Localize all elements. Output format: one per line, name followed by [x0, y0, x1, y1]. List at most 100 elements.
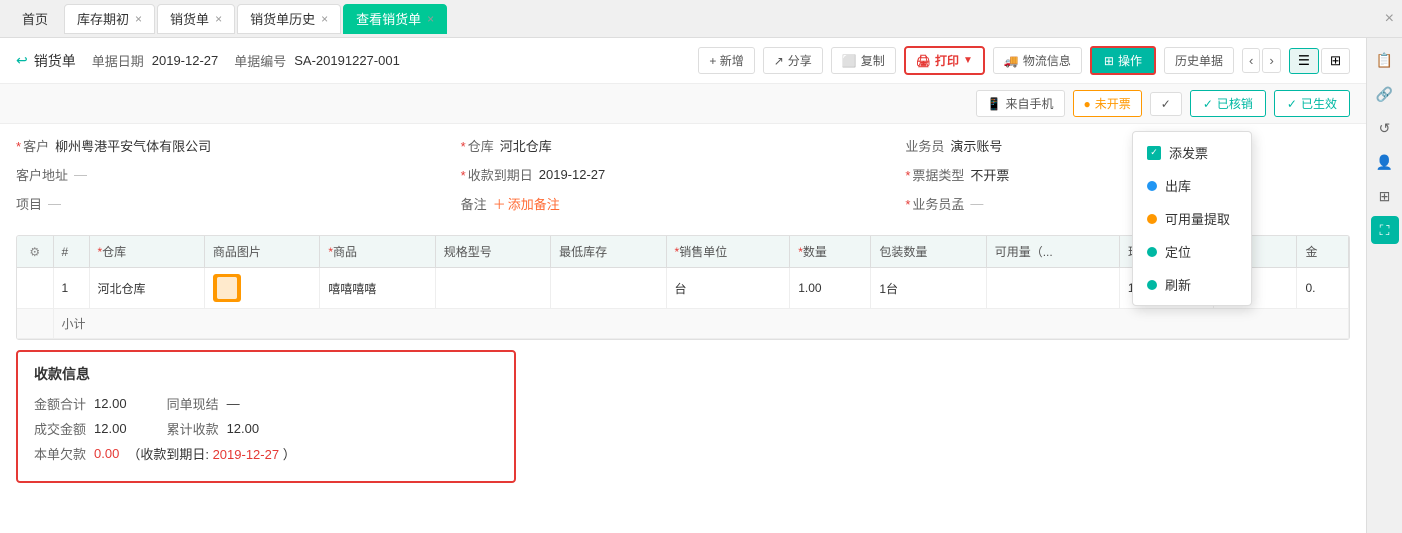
- dropdown-locate[interactable]: 定位: [1133, 235, 1251, 268]
- sales-order-icon: ↩: [16, 52, 28, 69]
- tab-close-view-sales[interactable]: ×: [427, 12, 434, 26]
- logistics-icon: 🚚: [1004, 54, 1019, 68]
- tab-inventory[interactable]: 库存期初 ×: [64, 4, 155, 34]
- col-num: #: [53, 236, 89, 268]
- payment-title: 收款信息: [34, 364, 498, 384]
- operate-icon: ⊞: [1104, 54, 1114, 68]
- col-pack-qty: 包装数量: [871, 236, 986, 268]
- sidebar-icon-link[interactable]: 🔗: [1371, 80, 1399, 108]
- row-num: 1: [53, 268, 89, 309]
- payment-date-value: 2019-12-27: [539, 167, 606, 182]
- sidebar-icon-notes[interactable]: 📋: [1371, 46, 1399, 74]
- check-circle-icon: ✓: [1203, 97, 1213, 111]
- address-field: 客户地址 —: [16, 165, 461, 184]
- payment-arrears-note: （收款到期日: 2019-12-27 ）: [127, 444, 295, 463]
- payment-row-3: 本单欠款 0.00 （收款到期日: 2019-12-27 ）: [34, 444, 498, 463]
- tab-home[interactable]: 首页: [8, 9, 62, 28]
- dropdown-add-invoice[interactable]: ✓ 添发票: [1133, 136, 1251, 169]
- payment-cumulative: 累计收款 12.00: [167, 419, 260, 438]
- staff-field: 业务员 演示账号: [905, 136, 1350, 155]
- dropdown-outbound[interactable]: 出库: [1133, 169, 1251, 202]
- prev-button[interactable]: ‹: [1242, 48, 1260, 73]
- logistics-button[interactable]: 🚚 物流信息: [993, 47, 1082, 74]
- dropdown-refresh[interactable]: 刷新: [1133, 268, 1251, 301]
- col-gear: ⚙: [17, 236, 53, 268]
- plus-icon: ＋: [493, 194, 506, 213]
- customer-value: 柳州粤港平安气体有限公司: [55, 136, 211, 155]
- row-pack-qty: 1台: [871, 268, 986, 309]
- tab-view-sales[interactable]: 查看销货单 ×: [343, 4, 447, 34]
- payment-arrears-label: 本单欠款: [34, 444, 86, 463]
- col-spec: 规格型号: [435, 236, 550, 268]
- address-label: 客户地址: [16, 165, 68, 184]
- confirm-button[interactable]: ✓: [1150, 92, 1182, 116]
- row-product: 嘻嘻嘻嘻: [320, 268, 435, 309]
- staff2-label: 业务员孟: [905, 194, 964, 213]
- subtotal-row: 小计: [17, 309, 1349, 339]
- payment-date-label: 收款到期日: [461, 165, 533, 184]
- ticket-label: 票据类型: [905, 165, 964, 184]
- share-button[interactable]: ↗ 分享: [763, 47, 823, 74]
- check-active-icon: ✓: [1287, 97, 1297, 111]
- col-min-stock: 最低库存: [551, 236, 666, 268]
- project-field: 项目 —: [16, 194, 461, 213]
- next-button[interactable]: ›: [1262, 48, 1280, 73]
- staff2-field: 业务员孟 —: [905, 194, 1350, 213]
- not-open-button[interactable]: ● 未开票: [1073, 90, 1142, 117]
- row-amount: 0.: [1297, 268, 1349, 309]
- phone-icon: 📱: [987, 97, 1002, 111]
- dropdown-available-pick[interactable]: 可用量提取: [1133, 202, 1251, 235]
- dropdown-add-invoice-label: 添发票: [1169, 143, 1208, 162]
- operate-button[interactable]: ⊞ 操作: [1090, 46, 1156, 75]
- print-button[interactable]: 🖨 打印 ▼: [904, 46, 985, 75]
- row-image: [204, 268, 319, 309]
- history-button[interactable]: 历史单据: [1164, 47, 1234, 74]
- close-window-button[interactable]: ×: [1385, 10, 1394, 28]
- add-note-button[interactable]: ＋ 添加备注: [493, 194, 560, 213]
- row-available: [986, 268, 1119, 309]
- active-button[interactable]: ✓ 已生效: [1274, 90, 1350, 117]
- payment-cumulative-label: 累计收款: [167, 419, 219, 438]
- payment-transaction-value: 12.00: [94, 421, 127, 436]
- dot-locate: [1147, 247, 1157, 257]
- doc-meta: 单据日期 2019-12-27 单据编号 SA-20191227-001: [92, 51, 400, 70]
- doc-header: ↩ 销货单 单据日期 2019-12-27 单据编号 SA-20191227-0…: [0, 38, 1366, 84]
- main-area: ↩ 销货单 单据日期 2019-12-27 单据编号 SA-20191227-0…: [0, 38, 1402, 533]
- share-icon: ↗: [774, 54, 784, 68]
- list-view-button[interactable]: ☰: [1289, 48, 1319, 74]
- tab-close-sales-history[interactable]: ×: [321, 12, 328, 26]
- dropdown-locate-label: 定位: [1165, 242, 1191, 261]
- doc-title-group: ↩ 销货单: [16, 51, 76, 71]
- sidebar-icon-expand[interactable]: ⛶: [1371, 216, 1399, 244]
- staff-value: 演示账号: [950, 136, 1002, 155]
- row-min-stock: [551, 268, 666, 309]
- ticket-value: 不开票: [970, 165, 1009, 184]
- tab-close-inventory[interactable]: ×: [135, 12, 142, 26]
- row-qty: 1.00: [790, 268, 871, 309]
- sidebar-icon-user[interactable]: 👤: [1371, 148, 1399, 176]
- payment-arrears-value: 0.00: [94, 446, 119, 461]
- payment-transaction-label: 成交金额: [34, 419, 86, 438]
- confirm-icon: ✓: [1161, 97, 1171, 111]
- sold-button[interactable]: ✓ 已核销: [1190, 90, 1266, 117]
- copy-icon: ⬜: [842, 54, 857, 68]
- tab-sales-history[interactable]: 销货单历史 ×: [237, 4, 341, 34]
- grid-view-button[interactable]: ⊞: [1321, 48, 1350, 74]
- payment-row-1: 金额合计 12.00 同单现结 —: [34, 394, 498, 413]
- sidebar-icon-refresh[interactable]: ↺: [1371, 114, 1399, 142]
- row-unit: 台: [666, 268, 790, 309]
- sidebar-icon-grid[interactable]: ⊞: [1371, 182, 1399, 210]
- col-qty: *数量: [790, 236, 871, 268]
- right-sidebar: 📋 🔗 ↺ 👤 ⊞ ⛶: [1366, 38, 1402, 533]
- project-value: —: [48, 196, 61, 211]
- dropdown-refresh-label: 刷新: [1165, 275, 1191, 294]
- warehouse-value: 河北仓库: [500, 136, 552, 155]
- copy-button[interactable]: ⬜ 复制: [831, 47, 896, 74]
- from-phone-button[interactable]: 📱 来自手机: [976, 90, 1065, 117]
- tab-sales[interactable]: 销货单 ×: [157, 4, 235, 34]
- col-product: *商品: [320, 236, 435, 268]
- payment-same-order: 同单现结 —: [167, 394, 240, 413]
- new-button[interactable]: + 新增: [698, 47, 754, 74]
- tab-close-sales[interactable]: ×: [215, 12, 222, 26]
- dropdown-menu: ✓ 添发票 出库 可用量提取 定位 刷新: [1132, 131, 1252, 306]
